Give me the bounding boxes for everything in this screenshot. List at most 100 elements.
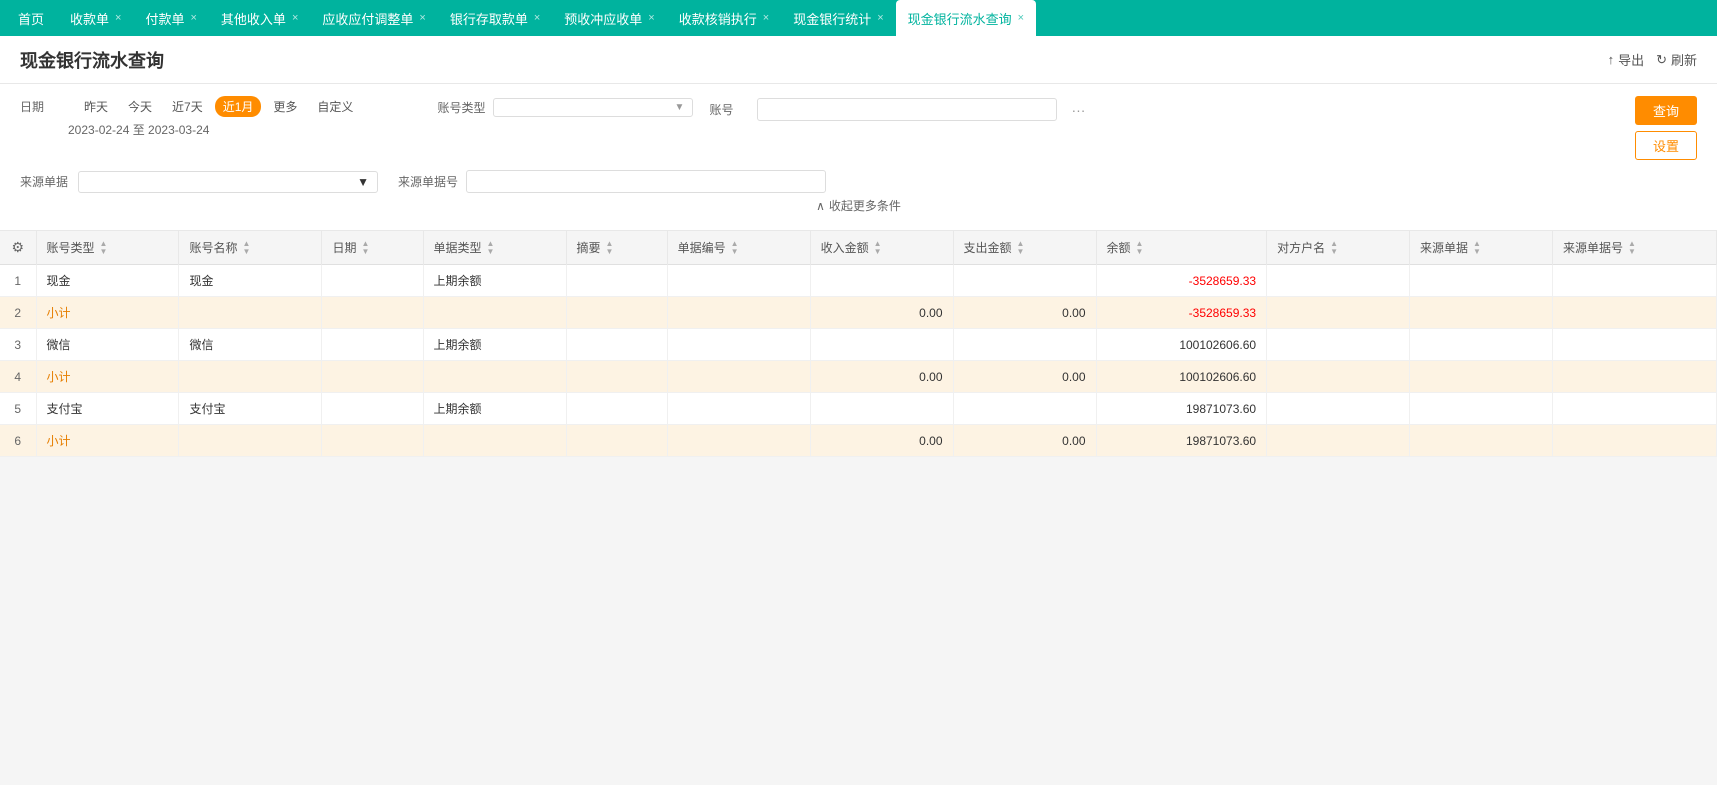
nav-home[interactable]: 首页: [4, 0, 58, 36]
date-opt-yesterday[interactable]: 昨天: [76, 96, 116, 117]
cell-no: 1: [0, 265, 36, 297]
account-label: 账号: [709, 101, 749, 118]
cell-summary: [566, 393, 667, 425]
cell-balance: -3528659.33: [1096, 297, 1267, 329]
cell-summary: [566, 329, 667, 361]
export-icon: ↑: [1608, 52, 1615, 67]
cell-income: 0.00: [810, 425, 953, 457]
cell-source-doc-no: [1553, 265, 1717, 297]
cell-doc-no: [667, 329, 810, 361]
chevron-down-icon: ▼: [675, 102, 685, 113]
cell-income: 0.00: [810, 361, 953, 393]
date-opt-today[interactable]: 今天: [120, 96, 160, 117]
cell-date: [322, 329, 423, 361]
nav-tab-7[interactable]: 收款核销执行 ×: [667, 0, 781, 36]
close-icon[interactable]: ×: [190, 12, 196, 24]
cell-balance: 19871073.60: [1096, 393, 1267, 425]
collapse-button[interactable]: ∧ 收起更多条件: [20, 193, 1697, 218]
date-opt-7days[interactable]: 近7天: [164, 96, 211, 117]
date-opt-1month[interactable]: 近1月: [215, 96, 262, 117]
sort-icon: ▲▼: [606, 240, 614, 256]
table-container: ⚙ 账号类型 ▲▼ 账号名称 ▲▼ 日期: [0, 231, 1717, 457]
cell-balance: 19871073.60: [1096, 425, 1267, 457]
th-counterpart[interactable]: 对方户名 ▲▼: [1267, 231, 1410, 265]
table-row: 6 小计 0.00 0.00 19871073.60: [0, 425, 1717, 457]
cell-no: 6: [0, 425, 36, 457]
cell-balance: 100102606.60: [1096, 361, 1267, 393]
sort-icon: ▲▼: [731, 240, 739, 256]
cell-expense: 0.00: [953, 425, 1096, 457]
nav-tab-5[interactable]: 银行存取款单 ×: [438, 0, 552, 36]
export-button[interactable]: ↑ 导出: [1608, 50, 1645, 69]
cell-no: 5: [0, 393, 36, 425]
cell-date: [322, 265, 423, 297]
nav-tab-8[interactable]: 现金银行统计 ×: [781, 0, 895, 36]
close-icon[interactable]: ×: [877, 12, 883, 24]
account-type-select[interactable]: ▼: [493, 98, 693, 117]
cell-account-type: 小计: [36, 297, 179, 329]
th-expense[interactable]: 支出金额 ▲▼: [953, 231, 1096, 265]
nav-tab-4[interactable]: 应收应付调整单 ×: [310, 0, 437, 36]
th-gear[interactable]: ⚙: [0, 231, 36, 265]
cell-counterpart: [1267, 297, 1410, 329]
cell-doc-type: 上期余额: [423, 393, 566, 425]
close-icon[interactable]: ×: [1018, 12, 1024, 24]
th-doc-no[interactable]: 单据编号 ▲▼: [667, 231, 810, 265]
source-doc-no-input[interactable]: [466, 170, 826, 193]
close-icon[interactable]: ×: [763, 12, 769, 24]
page-header: 现金银行流水查询 ↑ 导出 ↻ 刷新: [0, 36, 1717, 84]
cell-account-type: 小计: [36, 425, 179, 457]
th-doc-type[interactable]: 单据类型 ▲▼: [423, 231, 566, 265]
refresh-button[interactable]: ↻ 刷新: [1656, 50, 1697, 69]
cell-no: 4: [0, 361, 36, 393]
account-input[interactable]: [757, 98, 1057, 121]
th-source-doc-no[interactable]: 来源单据号 ▲▼: [1553, 231, 1717, 265]
cell-income: 0.00: [810, 297, 953, 329]
more-dots-button[interactable]: ···: [1065, 102, 1091, 118]
cell-counterpart: [1267, 425, 1410, 457]
source-doc-no-label: 来源单据号: [398, 173, 458, 190]
cell-counterpart: [1267, 265, 1410, 297]
th-account-type[interactable]: 账号类型 ▲▼: [36, 231, 179, 265]
nav-tab-1[interactable]: 收款单 ×: [58, 0, 133, 36]
query-button[interactable]: 查询: [1635, 96, 1697, 125]
cell-expense: [953, 265, 1096, 297]
close-icon[interactable]: ×: [115, 12, 121, 24]
th-date[interactable]: 日期 ▲▼: [322, 231, 423, 265]
close-icon[interactable]: ×: [292, 12, 298, 24]
close-icon[interactable]: ×: [648, 12, 654, 24]
cell-source-doc-no: [1553, 393, 1717, 425]
cell-source-doc: [1410, 329, 1553, 361]
cell-source-doc-no: [1553, 297, 1717, 329]
date-opt-more[interactable]: 更多: [265, 96, 305, 117]
th-summary[interactable]: 摘要 ▲▼: [566, 231, 667, 265]
sort-icon: ▲▼: [1628, 240, 1636, 256]
source-doc-label: 来源单据: [20, 173, 70, 190]
th-account-name[interactable]: 账号名称 ▲▼: [179, 231, 322, 265]
right-buttons: 查询 设置: [1635, 96, 1697, 160]
cell-summary: [566, 425, 667, 457]
cell-summary: [566, 265, 667, 297]
chevron-up-icon: ∧: [816, 199, 825, 213]
cell-account-name: 微信: [179, 329, 322, 361]
sort-icon: ▲▼: [100, 240, 108, 256]
cell-summary: [566, 361, 667, 393]
date-opt-custom[interactable]: 自定义: [309, 96, 361, 117]
th-balance[interactable]: 余额 ▲▼: [1096, 231, 1267, 265]
nav-tab-6[interactable]: 预收冲应收单 ×: [552, 0, 666, 36]
top-nav: 首页 收款单 × 付款单 × 其他收入单 × 应收应付调整单 × 银行存取款单 …: [0, 0, 1717, 36]
th-income[interactable]: 收入金额 ▲▼: [810, 231, 953, 265]
cell-income: [810, 393, 953, 425]
nav-tab-2[interactable]: 付款单 ×: [133, 0, 208, 36]
th-source-doc[interactable]: 来源单据 ▲▼: [1410, 231, 1553, 265]
nav-tab-9[interactable]: 现金银行流水查询 ×: [896, 0, 1036, 36]
cell-doc-type: [423, 297, 566, 329]
cell-doc-type: 上期余额: [423, 329, 566, 361]
setting-button[interactable]: 设置: [1635, 131, 1697, 160]
source-doc-select[interactable]: ▼: [78, 171, 378, 193]
cell-account-name: 现金: [179, 265, 322, 297]
close-icon[interactable]: ×: [419, 12, 425, 24]
close-icon[interactable]: ×: [534, 12, 540, 24]
nav-tab-3[interactable]: 其他收入单 ×: [209, 0, 310, 36]
cell-account-type: 现金: [36, 265, 179, 297]
